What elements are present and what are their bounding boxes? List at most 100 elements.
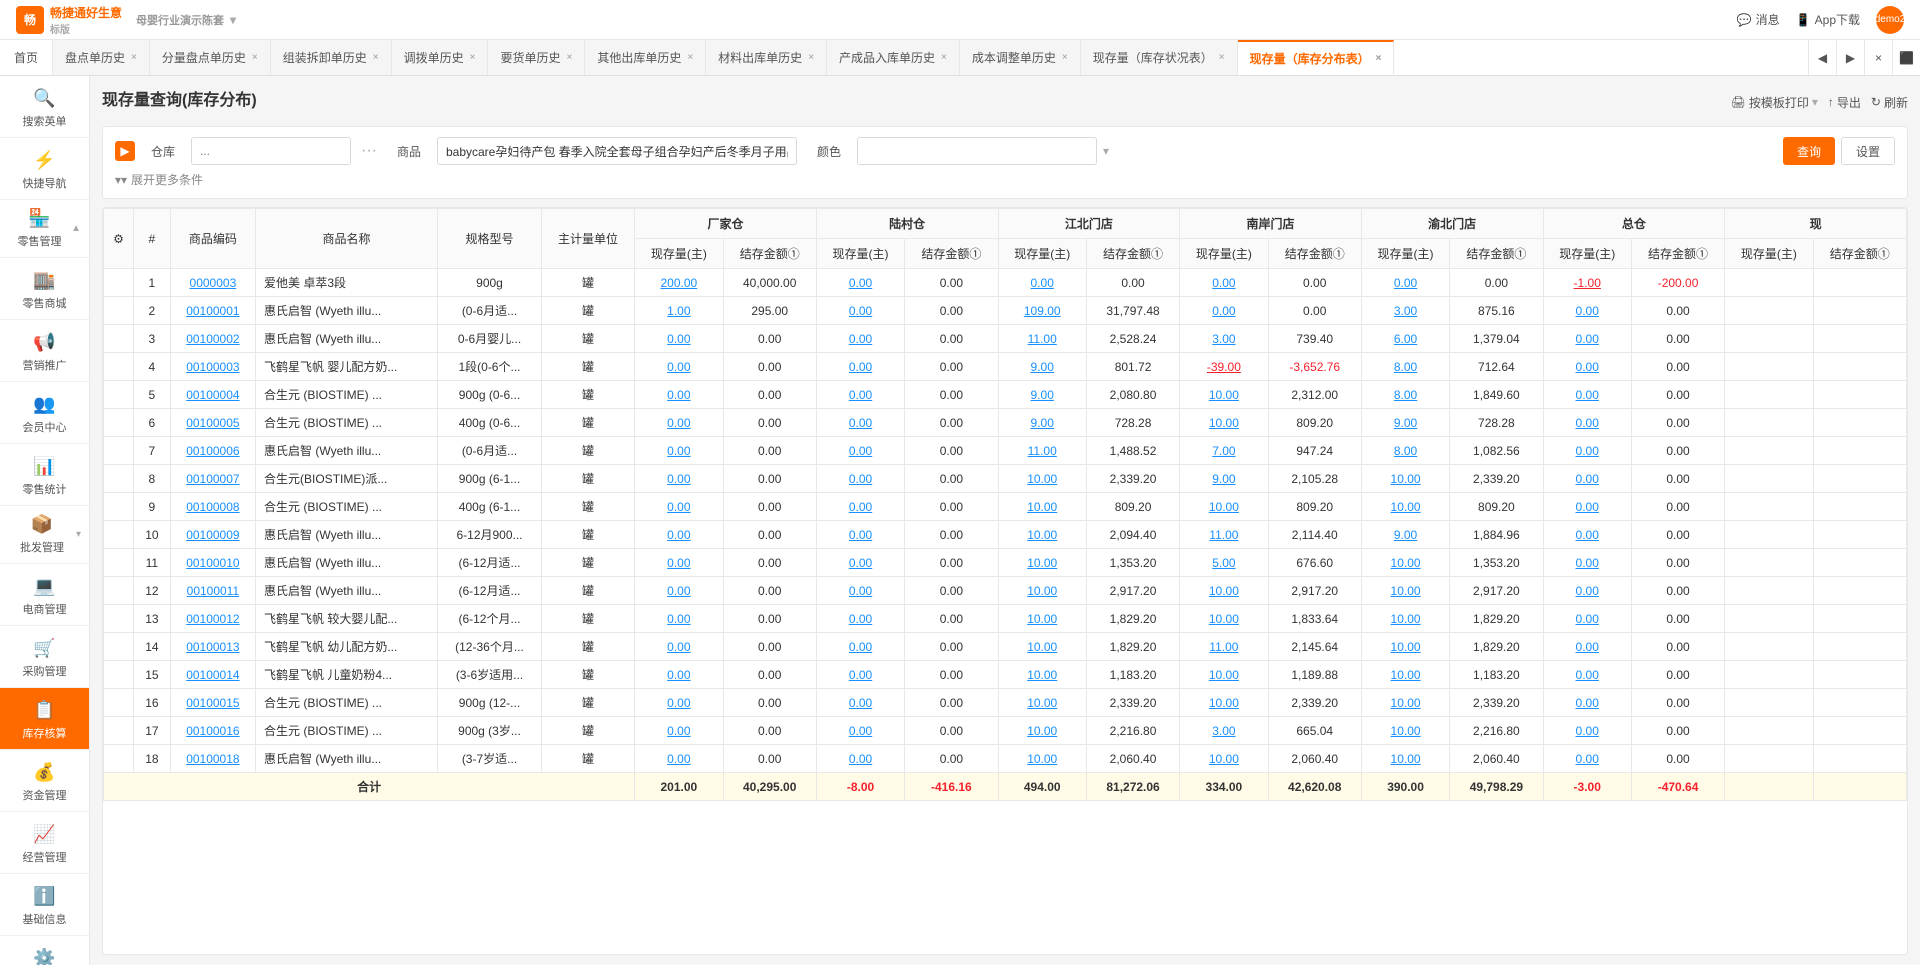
table-cell[interactable]: 10.00 — [998, 521, 1086, 549]
table-cell[interactable]: 8.00 — [1361, 437, 1449, 465]
table-cell[interactable]: 10.00 — [1361, 633, 1449, 661]
settings-btn[interactable]: 设置 — [1841, 137, 1895, 165]
tab-close-xiancun-fen[interactable]: × — [1376, 53, 1382, 64]
tab-close-zhuangpei[interactable]: × — [373, 52, 379, 63]
sidebar-item-purchase[interactable]: 🛒 采购管理 — [0, 626, 89, 688]
table-cell[interactable]: 3.00 — [1180, 325, 1268, 353]
table-cell[interactable]: 00100011 — [170, 577, 255, 605]
table-cell[interactable]: 0.00 — [1543, 605, 1631, 633]
table-cell[interactable]: 0.00 — [1543, 409, 1631, 437]
sidebar-item-retail-mgmt[interactable]: 🏪 零售管理 ▲ — [0, 200, 89, 258]
table-cell[interactable]: 10.00 — [998, 661, 1086, 689]
tab-qita[interactable]: 其他出库单历史 × — [585, 40, 706, 76]
table-cell[interactable]: 0.00 — [1543, 325, 1631, 353]
table-cell[interactable]: 10.00 — [1180, 577, 1268, 605]
sidebar-item-base-info[interactable]: ℹ️ 基础信息 — [0, 874, 89, 936]
table-cell[interactable]: 0.00 — [816, 745, 904, 773]
table-cell[interactable]: 10.00 — [1180, 689, 1268, 717]
table-cell[interactable]: 00100001 — [170, 297, 255, 325]
table-cell[interactable]: 10.00 — [1361, 689, 1449, 717]
table-cell[interactable]: 0.00 — [816, 521, 904, 549]
table-cell[interactable]: 0.00 — [816, 633, 904, 661]
table-cell[interactable]: 3.00 — [1180, 717, 1268, 745]
table-cell[interactable]: 0.00 — [1543, 661, 1631, 689]
tab-yaohuo[interactable]: 要货单历史 × — [488, 40, 585, 76]
table-cell[interactable]: 0.00 — [635, 661, 723, 689]
table-cell[interactable]: 00100012 — [170, 605, 255, 633]
user-area[interactable]: demo2 — [1876, 6, 1904, 34]
table-cell[interactable]: 00100002 — [170, 325, 255, 353]
table-cell[interactable]: 9.00 — [998, 353, 1086, 381]
table-cell[interactable]: 10.00 — [1180, 605, 1268, 633]
table-cell[interactable]: 0.00 — [998, 269, 1086, 297]
table-cell[interactable]: 0.00 — [1543, 717, 1631, 745]
table-cell[interactable]: 10.00 — [1180, 409, 1268, 437]
table-cell[interactable]: 6.00 — [1361, 325, 1449, 353]
table-cell[interactable]: 0.00 — [816, 381, 904, 409]
tab-chengben[interactable]: 成本调整单历史 × — [960, 40, 1081, 76]
tabs-close-btn[interactable]: × — [1864, 40, 1892, 76]
table-cell[interactable]: 10.00 — [1180, 493, 1268, 521]
table-cell[interactable]: 5.00 — [1180, 549, 1268, 577]
tab-close-xiancun-kuang[interactable]: × — [1219, 52, 1225, 63]
table-cell[interactable]: 9.00 — [1361, 521, 1449, 549]
table-cell[interactable]: 11.00 — [1180, 521, 1268, 549]
table-cell[interactable]: 00100016 — [170, 717, 255, 745]
table-cell[interactable]: 3.00 — [1361, 297, 1449, 325]
table-cell[interactable]: 0.00 — [816, 493, 904, 521]
tab-close-diaob[interactable]: × — [470, 52, 476, 63]
table-cell[interactable]: -1.00 — [1543, 269, 1631, 297]
table-cell[interactable]: 10.00 — [998, 577, 1086, 605]
table-cell[interactable]: 00100004 — [170, 381, 255, 409]
query-btn[interactable]: 查询 — [1783, 137, 1835, 165]
table-cell[interactable]: 9.00 — [998, 381, 1086, 409]
sidebar-item-retail-mall[interactable]: 🏬 零售商城 — [0, 258, 89, 320]
tab-cailiao[interactable]: 材料出库单历史 × — [706, 40, 827, 76]
table-cell[interactable]: 9.00 — [998, 409, 1086, 437]
table-cell[interactable]: 0.00 — [1180, 269, 1268, 297]
table-cell[interactable]: 10.00 — [1361, 745, 1449, 773]
export-btn[interactable]: ↑ 导出 — [1828, 94, 1861, 111]
table-cell[interactable]: 109.00 — [998, 297, 1086, 325]
refresh-btn[interactable]: ↻ 刷新 — [1871, 94, 1908, 111]
filter-expand-arrow[interactable]: ▶ — [115, 141, 135, 161]
table-cell[interactable]: 10.00 — [1180, 661, 1268, 689]
color-dropdown-icon[interactable]: ▾ — [1103, 144, 1109, 158]
tab-chengpin[interactable]: 产成品入库单历史 × — [827, 40, 960, 76]
table-cell[interactable]: 0.00 — [1543, 353, 1631, 381]
table-cell[interactable]: 10.00 — [1361, 717, 1449, 745]
sidebar-item-wholesale[interactable]: 📦 批发管理 ▾ — [0, 506, 89, 564]
message-btn[interactable]: 💬 消息 — [1737, 11, 1780, 28]
table-cell[interactable]: 0.00 — [816, 269, 904, 297]
tab-xiancun-kuang[interactable]: 现存量（库存状况表） × — [1081, 40, 1238, 76]
table-cell[interactable]: 10.00 — [998, 745, 1086, 773]
print-btn[interactable]: 🖨 按模板打印 ▾ — [1731, 94, 1818, 111]
table-cell[interactable]: 0.00 — [816, 661, 904, 689]
table-cell[interactable]: 0.00 — [816, 549, 904, 577]
table-cell[interactable]: 11.00 — [1180, 633, 1268, 661]
table-cell[interactable]: 10.00 — [998, 605, 1086, 633]
sidebar-item-system[interactable]: ⚙️ 系统管理 — [0, 936, 89, 965]
color-input[interactable] — [857, 137, 1097, 165]
sidebar-item-search[interactable]: 🔍 搜索英单 — [0, 76, 89, 138]
table-cell[interactable]: 00100003 — [170, 353, 255, 381]
tabs-menu-btn[interactable]: ⬛ — [1892, 40, 1920, 76]
table-cell[interactable]: 0.00 — [1543, 633, 1631, 661]
table-cell[interactable]: 0000003 — [170, 269, 255, 297]
table-cell[interactable]: 10.00 — [998, 549, 1086, 577]
table-cell[interactable]: 0.00 — [635, 717, 723, 745]
table-cell[interactable]: 11.00 — [998, 437, 1086, 465]
table-cell[interactable]: 0.00 — [1543, 465, 1631, 493]
col-settings[interactable]: ⚙ — [104, 209, 134, 269]
tab-xiancun-fen[interactable]: 现存量（库存分布表） × — [1238, 40, 1395, 76]
table-cell[interactable]: 0.00 — [816, 353, 904, 381]
table-cell[interactable]: 200.00 — [635, 269, 723, 297]
table-cell[interactable]: 10.00 — [998, 493, 1086, 521]
table-cell[interactable]: 0.00 — [816, 437, 904, 465]
tab-close-qita[interactable]: × — [687, 52, 693, 63]
table-cell[interactable]: 0.00 — [635, 521, 723, 549]
table-cell[interactable]: 0.00 — [1543, 437, 1631, 465]
table-cell[interactable]: 9.00 — [1361, 409, 1449, 437]
table-cell[interactable]: 10.00 — [998, 717, 1086, 745]
table-cell[interactable]: 00100008 — [170, 493, 255, 521]
